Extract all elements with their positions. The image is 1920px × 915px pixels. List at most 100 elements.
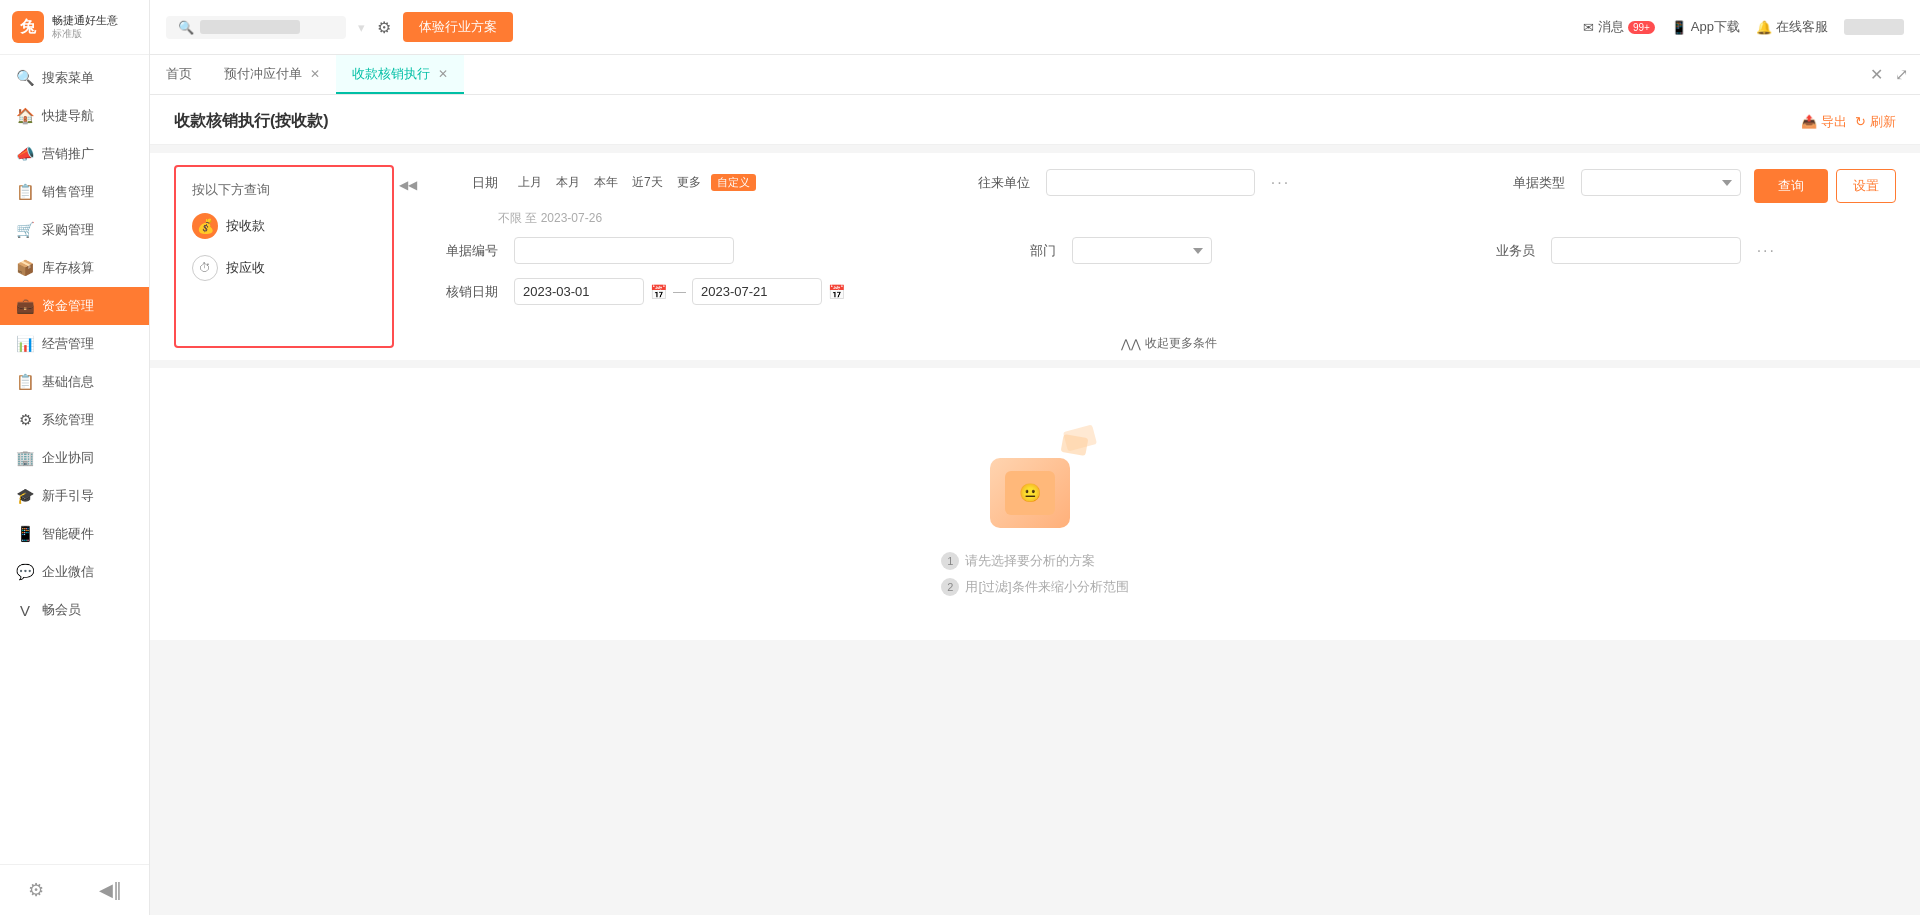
filter-form: 日期 上月 本月 本年 近7天 更多 自定义 往来单位 (418, 153, 1920, 331)
date-prev-month[interactable]: 上月 (514, 172, 546, 193)
refresh-button[interactable]: ↻ 刷新 (1855, 113, 1896, 131)
tab-prepay[interactable]: 预付冲应付单 ✕ (208, 55, 336, 94)
sidebar-item-sales[interactable]: 📋销售管理 (0, 173, 149, 211)
filter-form-wrapper: 日期 上月 本月 本年 近7天 更多 自定义 往来单位 (418, 153, 1920, 360)
main-area: 🔍 ▾ ⚙ 体验行业方案 ✉ 消息 99+ 📱 App下载 🔔 在线客服 (150, 0, 1920, 915)
writeoff-date-start[interactable] (514, 278, 644, 305)
date-this-month[interactable]: 本月 (552, 172, 584, 193)
sidebar-item-wechat[interactable]: 💬企业微信 (0, 553, 149, 591)
settings-icon[interactable]: ⚙ (20, 875, 52, 905)
filter-by-receivable[interactable]: ⏱ 按应收 (176, 247, 392, 289)
dept-select[interactable] (1072, 237, 1212, 264)
hint-item-1: 1 请先选择要分析的方案 (941, 548, 1128, 574)
salesperson-label: 业务员 (1479, 242, 1535, 260)
counterparty-input[interactable] (1046, 169, 1255, 196)
tab-receipt-close[interactable]: ✕ (438, 67, 448, 81)
app-download-button[interactable]: 📱 App下载 (1671, 18, 1740, 36)
filter-panel-title: 按以下方查询 (176, 175, 392, 205)
capital-icon: 💼 (16, 297, 34, 315)
counterparty-more-icon[interactable]: ··· (1271, 174, 1290, 192)
setting-button[interactable]: 设置 (1836, 169, 1896, 203)
salesperson-more-icon[interactable]: ··· (1757, 242, 1776, 260)
writeoff-date-range: 📅 — 📅 (514, 278, 845, 305)
date-7days[interactable]: 近7天 (628, 172, 667, 193)
sidebar-item-enterprise[interactable]: 🏢企业协同 (0, 439, 149, 477)
filter-row-1: 日期 上月 本月 本年 近7天 更多 自定义 往来单位 (442, 169, 1776, 196)
member-icon: V (16, 602, 34, 619)
calendar-start-icon[interactable]: 📅 (650, 284, 667, 300)
writeoff-date-label: 核销日期 (442, 283, 498, 301)
tab-home[interactable]: 首页 (150, 55, 208, 94)
sidebar-item-member[interactable]: V畅会员 (0, 591, 149, 629)
date-shortcuts: 上月 本月 本年 近7天 更多 自定义 (514, 172, 756, 193)
enterprise-icon: 🏢 (16, 449, 34, 467)
writeoff-date-end[interactable] (692, 278, 822, 305)
app-version: 标准版 (52, 27, 118, 41)
search-icon: 🔍 (178, 20, 194, 35)
sidebar-item-inventory[interactable]: 📦库存核算 (0, 249, 149, 287)
export-button[interactable]: 📤 导出 (1801, 113, 1847, 131)
sidebar-logo: 兔 畅捷通好生意 标准版 (0, 0, 149, 55)
tab-close-all-icon[interactable]: ✕ (1866, 61, 1887, 88)
refresh-icon: ↻ (1855, 114, 1866, 129)
collapse-sidebar-icon[interactable]: ◀‖ (91, 875, 130, 905)
collapse-up-icon: ⋀⋀ (1121, 337, 1141, 351)
salesperson-input[interactable] (1551, 237, 1741, 264)
dept-label: 部门 (1000, 242, 1056, 260)
solution-button[interactable]: 体验行业方案 (403, 12, 513, 42)
empty-hint: 1 请先选择要分析的方案 2 用[过滤]条件来缩小分析范围 (941, 548, 1128, 600)
online-support-button[interactable]: 🔔 在线客服 (1756, 18, 1828, 36)
date-this-year[interactable]: 本年 (590, 172, 622, 193)
doc-no-label: 单据编号 (442, 242, 498, 260)
collapse-more-btn[interactable]: ⋀⋀ 收起更多条件 (418, 331, 1920, 360)
sidebar-item-guide[interactable]: 🎓新手引导 (0, 477, 149, 515)
messages-button[interactable]: ✉ 消息 99+ (1583, 18, 1655, 36)
date-more[interactable]: 更多 (673, 172, 705, 193)
date-limit-text: 不限 至 2023-07-26 (498, 210, 602, 227)
tab-expand-icon[interactable]: ⤢ (1891, 61, 1912, 88)
settings-gear-icon[interactable]: ⚙ (377, 18, 391, 37)
basic-icon: 📋 (16, 373, 34, 391)
search-icon: 🔍 (16, 69, 34, 87)
calendar-end-icon[interactable]: 📅 (828, 284, 845, 300)
receipt-icon: 💰 (192, 213, 218, 239)
filter-left-panel: 按以下方查询 💰 按收款 ⏱ 按应收 (174, 165, 394, 348)
query-button[interactable]: 查询 (1754, 169, 1828, 203)
inventory-icon: 📦 (16, 259, 34, 277)
sidebar-item-quicknav[interactable]: 🏠快捷导航 (0, 97, 149, 135)
sidebar-item-operation[interactable]: 📊经营管理 (0, 325, 149, 363)
export-icon: 📤 (1801, 114, 1817, 129)
sidebar-item-basic[interactable]: 📋基础信息 (0, 363, 149, 401)
sidebar-item-marketing[interactable]: 📣营销推广 (0, 135, 149, 173)
sidebar-nav: 🔍搜索菜单🏠快捷导航📣营销推广📋销售管理🛒采购管理📦库存核算💼资金管理📊经营管理… (0, 55, 149, 864)
message-icon: ✉ (1583, 20, 1594, 35)
collapse-filter-icon[interactable]: ◀◀ (398, 165, 418, 205)
topbar-divider: ▾ (358, 20, 365, 35)
username-display (1844, 19, 1904, 35)
query-buttons: 查询 设置 (1754, 169, 1896, 203)
hint-item-2: 2 用[过滤]条件来缩小分析范围 (941, 574, 1128, 600)
tab-receipt[interactable]: 收款核销执行 ✕ (336, 55, 464, 94)
date-label: 日期 (442, 174, 498, 192)
topbar-right: ✉ 消息 99+ 📱 App下载 🔔 在线客服 (1583, 18, 1904, 36)
counterparty-label: 往来单位 (974, 174, 1030, 192)
tab-prepay-close[interactable]: ✕ (310, 67, 320, 81)
page-title: 收款核销执行(按收款) (174, 111, 329, 144)
sidebar-item-system[interactable]: ⚙系统管理 (0, 401, 149, 439)
message-badge: 99+ (1628, 21, 1655, 34)
doc-type-select[interactable] (1581, 169, 1741, 196)
topbar: 🔍 ▾ ⚙ 体验行业方案 ✉ 消息 99+ 📱 App下载 🔔 在线客服 (150, 0, 1920, 55)
search-bar[interactable]: 🔍 (166, 16, 346, 39)
doc-no-input[interactable] (514, 237, 734, 264)
sidebar-item-hardware[interactable]: 📱智能硬件 (0, 515, 149, 553)
sidebar-item-search[interactable]: 🔍搜索菜单 (0, 59, 149, 97)
date-custom-tag: 自定义 (711, 174, 756, 191)
sidebar-item-purchase[interactable]: 🛒采购管理 (0, 211, 149, 249)
empty-state: 😐 1 请先选择要分析的方案 2 用[过滤]条件来缩小分析范围 (150, 368, 1920, 640)
filter-row-2: 单据编号 部门 业务员 ··· (442, 237, 1776, 264)
doc-type-label: 单据类型 (1509, 174, 1565, 192)
empty-illustration: 😐 (975, 428, 1095, 528)
sidebar-item-capital[interactable]: 💼资金管理 (0, 287, 149, 325)
system-icon: ⚙ (16, 411, 34, 429)
filter-by-receipt[interactable]: 💰 按收款 (176, 205, 392, 247)
